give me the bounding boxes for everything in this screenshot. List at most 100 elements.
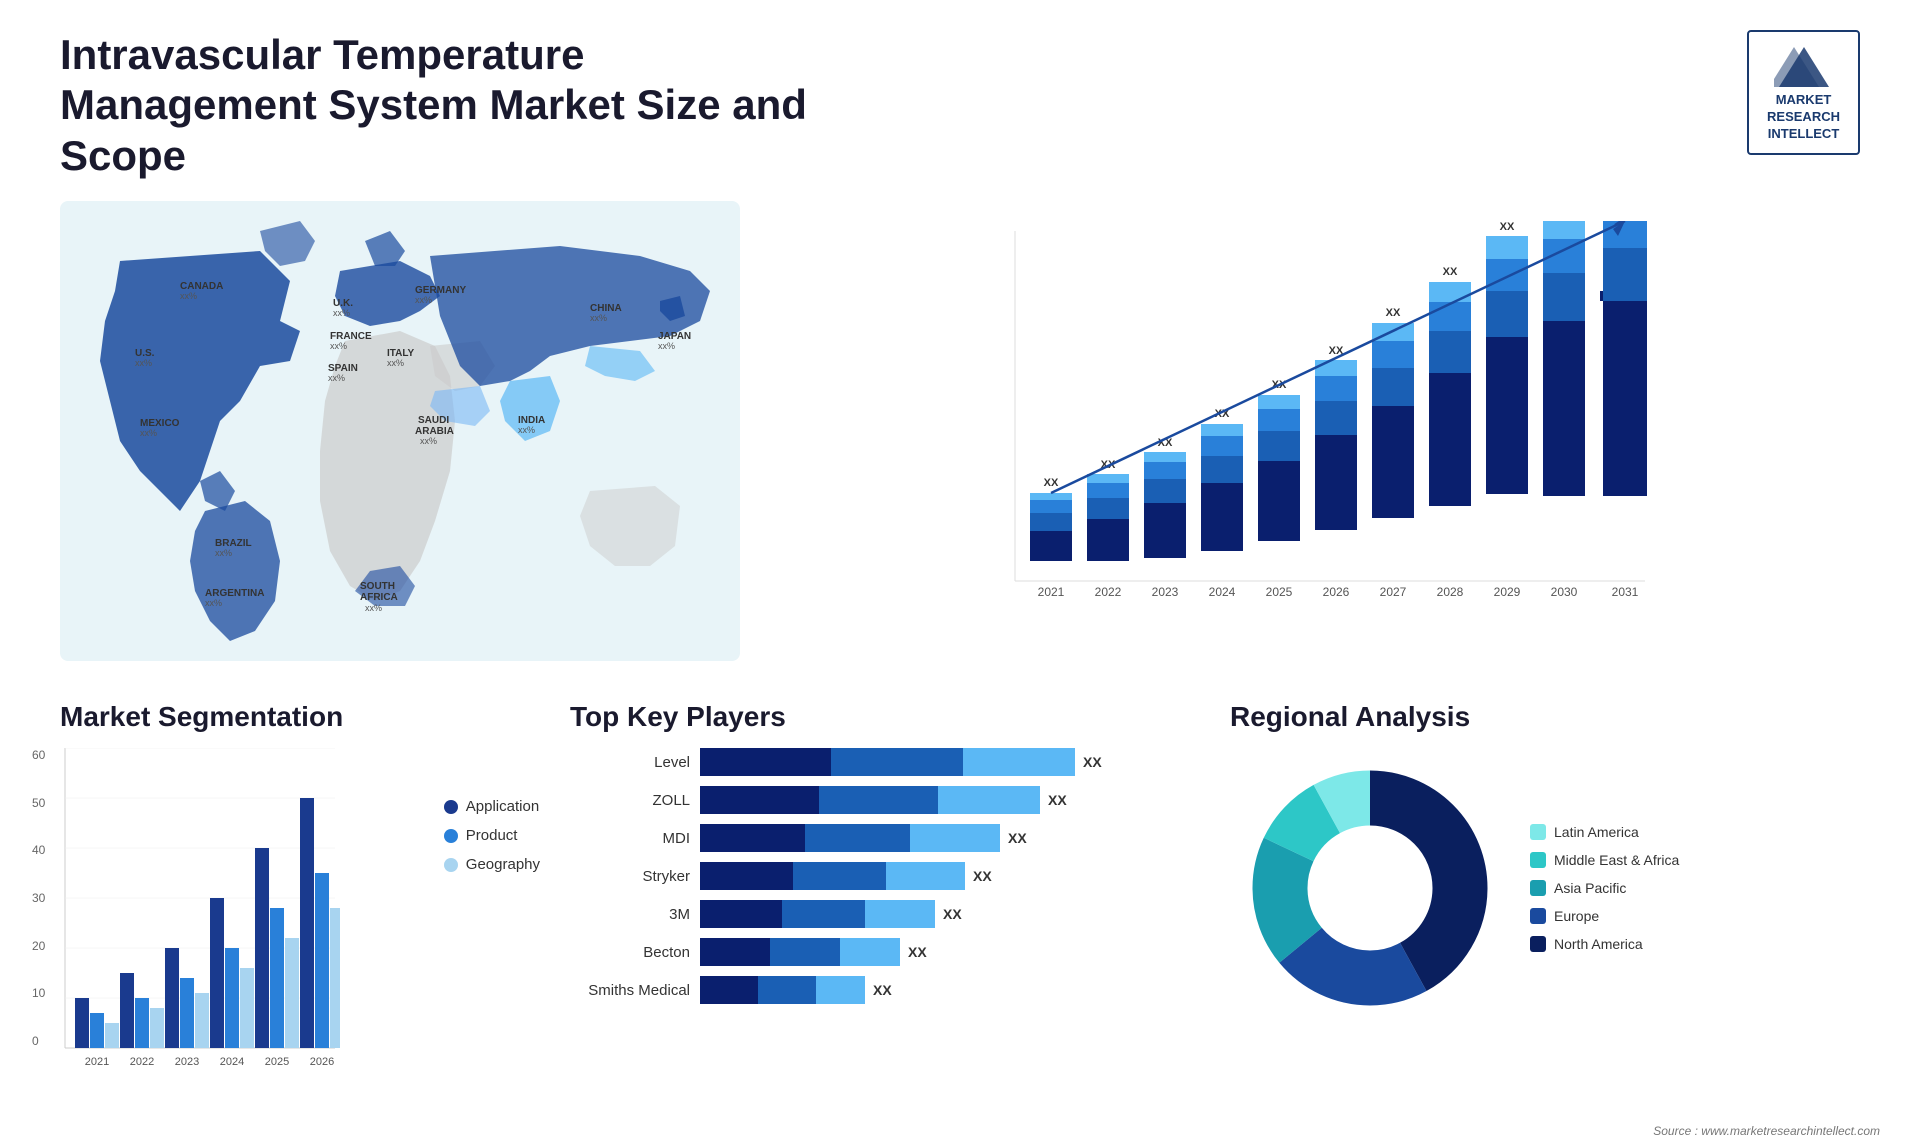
legend-geography: Geography	[444, 856, 540, 873]
legend-color-north-america	[1530, 936, 1546, 952]
svg-text:xx%: xx%	[420, 436, 437, 446]
key-players-section: Top Key Players Level XX	[570, 701, 1200, 1083]
svg-text:2031: 2031	[1612, 585, 1639, 599]
legend-text-north-america: North America	[1554, 936, 1643, 952]
legend-middle-east: Middle East & Africa	[1530, 852, 1679, 868]
svg-text:xx%: xx%	[330, 341, 347, 351]
svg-text:xx%: xx%	[365, 603, 382, 613]
player-bar-zoll: XX	[700, 786, 1200, 814]
svg-text:XX: XX	[1386, 307, 1401, 319]
legend-text-asia-pacific: Asia Pacific	[1554, 880, 1626, 896]
legend-label-geography: Geography	[466, 856, 540, 873]
legend-latin-america: Latin America	[1530, 824, 1679, 840]
player-row-mdi: MDI XX	[570, 824, 1200, 852]
svg-text:2022: 2022	[1095, 585, 1122, 599]
player-bar-level: XX	[700, 748, 1200, 776]
svg-text:xx%: xx%	[333, 308, 350, 318]
seg-legend: Application Product Geography	[444, 748, 540, 873]
svg-text:2026: 2026	[1323, 585, 1350, 599]
svg-text:xx%: xx%	[140, 428, 157, 438]
svg-text:SOUTH: SOUTH	[360, 581, 395, 592]
svg-text:2023: 2023	[1152, 585, 1179, 599]
player-row-smiths: Smiths Medical XX	[570, 976, 1200, 1004]
player-row-3m: 3M XX	[570, 900, 1200, 928]
source-text: Source : www.marketresearchintellect.com	[1653, 1124, 1880, 1138]
logo: MARKET RESEARCH INTELLECT	[1747, 30, 1860, 155]
donut-container: Latin America Middle East & Africa Asia …	[1230, 748, 1860, 1028]
player-name-stryker: Stryker	[570, 868, 690, 885]
player-name-zoll: ZOLL	[570, 792, 690, 809]
regional-section: Regional Analysis	[1230, 701, 1860, 1083]
logo-text: MARKET RESEARCH INTELLECT	[1767, 92, 1840, 143]
player-row-stryker: Stryker XX	[570, 862, 1200, 890]
player-xx-3m: XX	[943, 906, 962, 922]
legend-europe: Europe	[1530, 908, 1679, 924]
svg-text:xx%: xx%	[387, 358, 404, 368]
legend-application: Application	[444, 798, 540, 815]
player-bar-mdi: XX	[700, 824, 1200, 852]
player-name-smiths: Smiths Medical	[570, 982, 690, 999]
segmentation-title: Market Segmentation	[60, 701, 540, 733]
legend-dot-application	[444, 800, 458, 814]
svg-text:2030: 2030	[1551, 585, 1578, 599]
player-xx-smiths: XX	[873, 982, 892, 998]
svg-text:XX: XX	[1443, 266, 1458, 278]
legend-text-europe: Europe	[1554, 908, 1599, 924]
svg-text:2024: 2024	[1209, 585, 1236, 599]
player-name-level: Level	[570, 754, 690, 771]
svg-text:2022: 2022	[130, 1056, 154, 1068]
svg-text:xx%: xx%	[135, 358, 152, 368]
svg-text:xx%: xx%	[215, 548, 232, 558]
players-list: Level XX ZOLL	[570, 748, 1200, 1004]
svg-text:XX: XX	[1044, 477, 1059, 489]
svg-text:2021: 2021	[1038, 585, 1065, 599]
key-players-title: Top Key Players	[570, 701, 1200, 733]
svg-text:2029: 2029	[1494, 585, 1521, 599]
svg-text:xx%: xx%	[658, 341, 675, 351]
legend-color-asia-pacific	[1530, 880, 1546, 896]
svg-text:AFRICA: AFRICA	[360, 592, 398, 603]
legend-color-europe	[1530, 908, 1546, 924]
svg-text:2027: 2027	[1380, 585, 1407, 599]
page-title: Intravascular Temperature Management Sys…	[60, 30, 810, 181]
donut-chart-svg	[1230, 748, 1510, 1028]
legend-product: Product	[444, 827, 540, 844]
svg-text:XX: XX	[1500, 221, 1515, 233]
svg-text:SAUDI: SAUDI	[418, 415, 449, 426]
legend-asia-pacific: Asia Pacific	[1530, 880, 1679, 896]
regional-title: Regional Analysis	[1230, 701, 1860, 733]
player-bar-smiths: XX	[700, 976, 1200, 1004]
world-map-svg: CANADA xx% U.S. xx% MEXICO xx% BRAZIL xx…	[60, 201, 740, 661]
svg-text:xx%: xx%	[180, 291, 197, 301]
player-name-mdi: MDI	[570, 830, 690, 847]
player-name-becton: Becton	[570, 944, 690, 961]
svg-text:2026: 2026	[310, 1056, 334, 1068]
segmentation-section: Market Segmentation 60 50 40 30 20 10 0	[60, 701, 540, 1083]
svg-text:2028: 2028	[1437, 585, 1464, 599]
legend-dot-product	[444, 829, 458, 843]
legend-dot-geography	[444, 858, 458, 872]
legend-color-middle-east	[1530, 852, 1546, 868]
legend-label-application: Application	[466, 798, 539, 815]
player-xx-stryker: XX	[973, 868, 992, 884]
player-bar-3m: XX	[700, 900, 1200, 928]
player-bar-stryker: XX	[700, 862, 1200, 890]
svg-text:2024: 2024	[220, 1056, 244, 1068]
svg-text:2025: 2025	[1266, 585, 1293, 599]
player-xx-mdi: XX	[1008, 830, 1027, 846]
legend-color-latin-america	[1530, 824, 1546, 840]
svg-text:2025: 2025	[265, 1056, 289, 1068]
player-row-becton: Becton XX	[570, 938, 1200, 966]
player-xx-level: XX	[1083, 754, 1102, 770]
player-bar-becton: XX	[700, 938, 1200, 966]
svg-text:xx%: xx%	[328, 373, 345, 383]
donut-legend: Latin America Middle East & Africa Asia …	[1530, 824, 1679, 952]
svg-text:xx%: xx%	[415, 295, 432, 305]
svg-text:xx%: xx%	[590, 313, 607, 323]
svg-text:2023: 2023	[175, 1056, 199, 1068]
bar-chart-svg: XX 2021 XX 2022 XX 2023	[790, 221, 1840, 651]
svg-text:xx%: xx%	[205, 598, 222, 608]
svg-text:2021: 2021	[85, 1056, 109, 1068]
legend-north-america: North America	[1530, 936, 1679, 952]
player-name-3m: 3M	[570, 906, 690, 923]
